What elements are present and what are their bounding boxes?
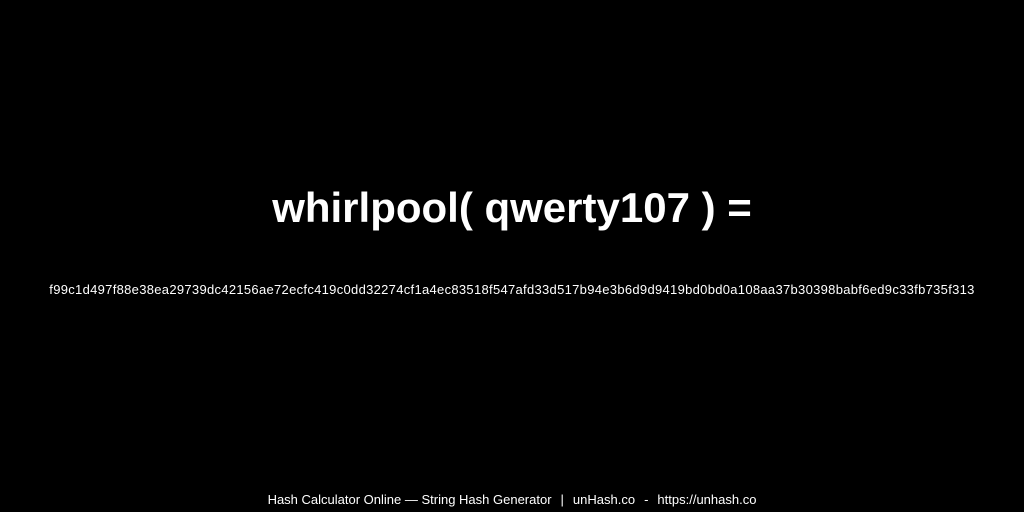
- hash-expression: whirlpool( qwerty107 ) =: [272, 184, 752, 232]
- footer: Hash Calculator Online — String Hash Gen…: [0, 486, 1024, 512]
- footer-separator: |: [561, 492, 564, 507]
- main-content: whirlpool( qwerty107 ) = f99c1d497f88e38…: [0, 0, 1024, 480]
- footer-separator: -: [644, 492, 648, 507]
- footer-url-link[interactable]: https://unhash.co: [657, 492, 756, 507]
- hash-output: f99c1d497f88e38ea29739dc42156ae72ecfc419…: [49, 282, 974, 297]
- footer-description: Hash Calculator Online — String Hash Gen…: [268, 492, 552, 507]
- footer-site-link[interactable]: unHash.co: [573, 492, 635, 507]
